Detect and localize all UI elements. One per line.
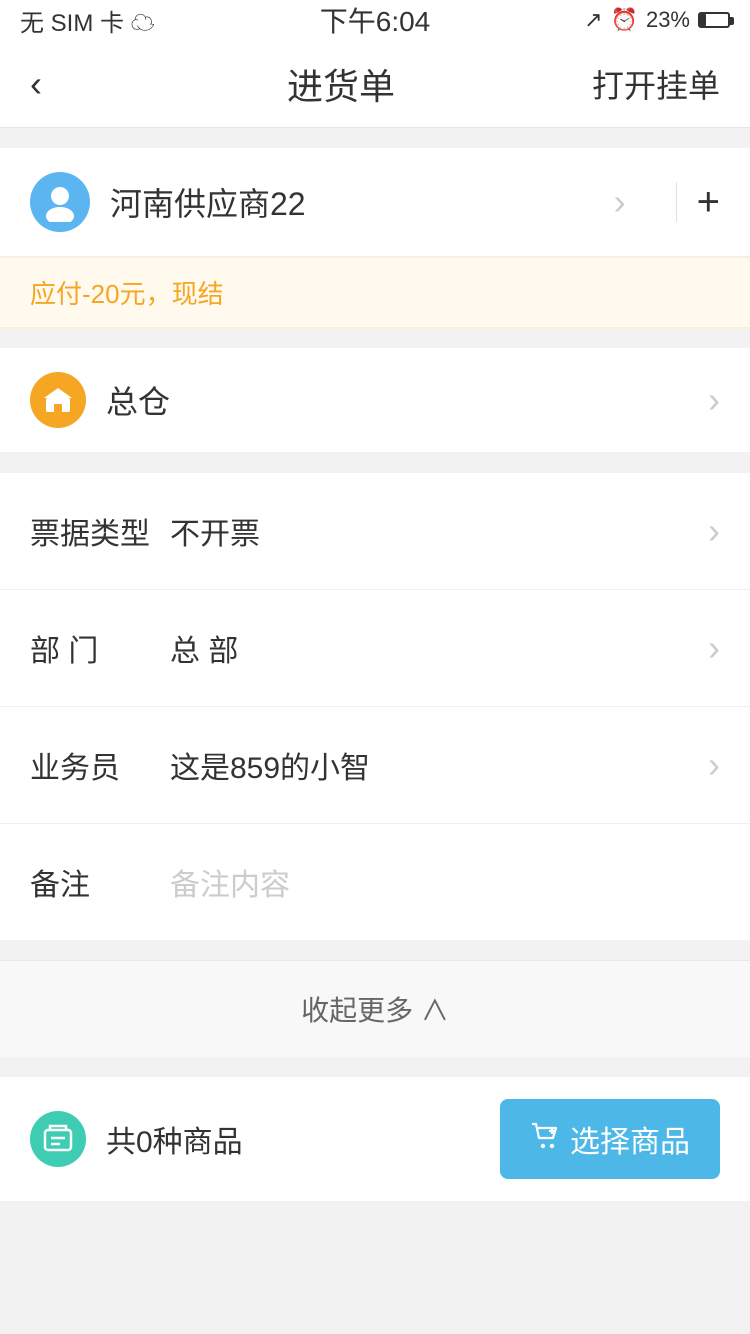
divider <box>676 182 677 222</box>
open-pending-button[interactable]: 打开挂单 <box>592 61 720 107</box>
supplier-section: 河南供应商22 + 应付-20元，现结 <box>0 148 750 328</box>
remark-row[interactable]: 备注 备注内容 <box>0 824 750 940</box>
collapse-bar[interactable]: 收起更多 ∧ <box>0 960 750 1057</box>
invoice-type-value: 不开票 <box>160 509 708 553</box>
gap-1 <box>0 128 750 148</box>
warehouse-row[interactable]: 总仓 <box>0 348 750 453</box>
salesperson-value: 这是859的小智 <box>160 743 708 787</box>
department-label: 部 门 <box>30 626 160 670</box>
form-section: 票据类型 不开票 部 门 总 部 业务员 这是859的小智 备注 备注内容 <box>0 473 750 940</box>
salesperson-arrow <box>708 744 720 786</box>
invoice-type-arrow <box>708 510 720 552</box>
remark-label: 备注 <box>30 860 160 904</box>
department-row[interactable]: 部 门 总 部 <box>0 590 750 707</box>
invoice-type-label: 票据类型 <box>30 509 160 553</box>
sim-status: 无 SIM 卡 ☁ <box>20 3 155 38</box>
remark-input[interactable]: 备注内容 <box>160 860 720 904</box>
department-arrow <box>708 627 720 669</box>
invoice-type-row[interactable]: 票据类型 不开票 <box>0 473 750 590</box>
back-button[interactable]: ‹ <box>30 63 90 105</box>
supplier-row[interactable]: 河南供应商22 + <box>0 148 750 257</box>
location-icon: ↗ <box>584 7 602 33</box>
notice-bar: 应付-20元，现结 <box>0 257 750 328</box>
warehouse-icon <box>30 372 86 428</box>
status-time: 下午6:04 <box>320 0 431 40</box>
supplier-avatar <box>30 172 90 232</box>
product-count: 共0种商品 <box>106 1117 500 1161</box>
nav-bar: ‹ 进货单 打开挂单 <box>0 40 750 128</box>
battery-level: 23% <box>646 7 690 33</box>
alarm-icon: ⏰ <box>611 7 638 33</box>
battery-icon <box>698 12 730 28</box>
supplier-arrow-icon <box>614 181 626 223</box>
salesperson-row[interactable]: 业务员 这是859的小智 <box>0 707 750 824</box>
add-supplier-button[interactable]: + <box>697 180 720 225</box>
warehouse-arrow-icon <box>708 379 720 421</box>
status-bar: 无 SIM 卡 ☁ 下午6:04 ↗ ⏰ 23% <box>0 0 750 40</box>
product-bar: 共0种商品 选择商品 <box>0 1077 750 1201</box>
supplier-name: 河南供应商22 <box>110 179 614 225</box>
select-product-label: 选择商品 <box>570 1117 690 1161</box>
department-value: 总 部 <box>160 626 708 670</box>
warehouse-name: 总仓 <box>106 377 708 423</box>
select-product-button[interactable]: 选择商品 <box>500 1099 720 1179</box>
page-title: 进货单 <box>287 58 395 110</box>
product-icon <box>30 1111 86 1167</box>
salesperson-label: 业务员 <box>30 743 160 787</box>
status-right: ↗ ⏰ 23% <box>584 7 730 33</box>
status-left: 无 SIM 卡 ☁ <box>20 3 155 38</box>
cart-icon <box>530 1121 560 1157</box>
